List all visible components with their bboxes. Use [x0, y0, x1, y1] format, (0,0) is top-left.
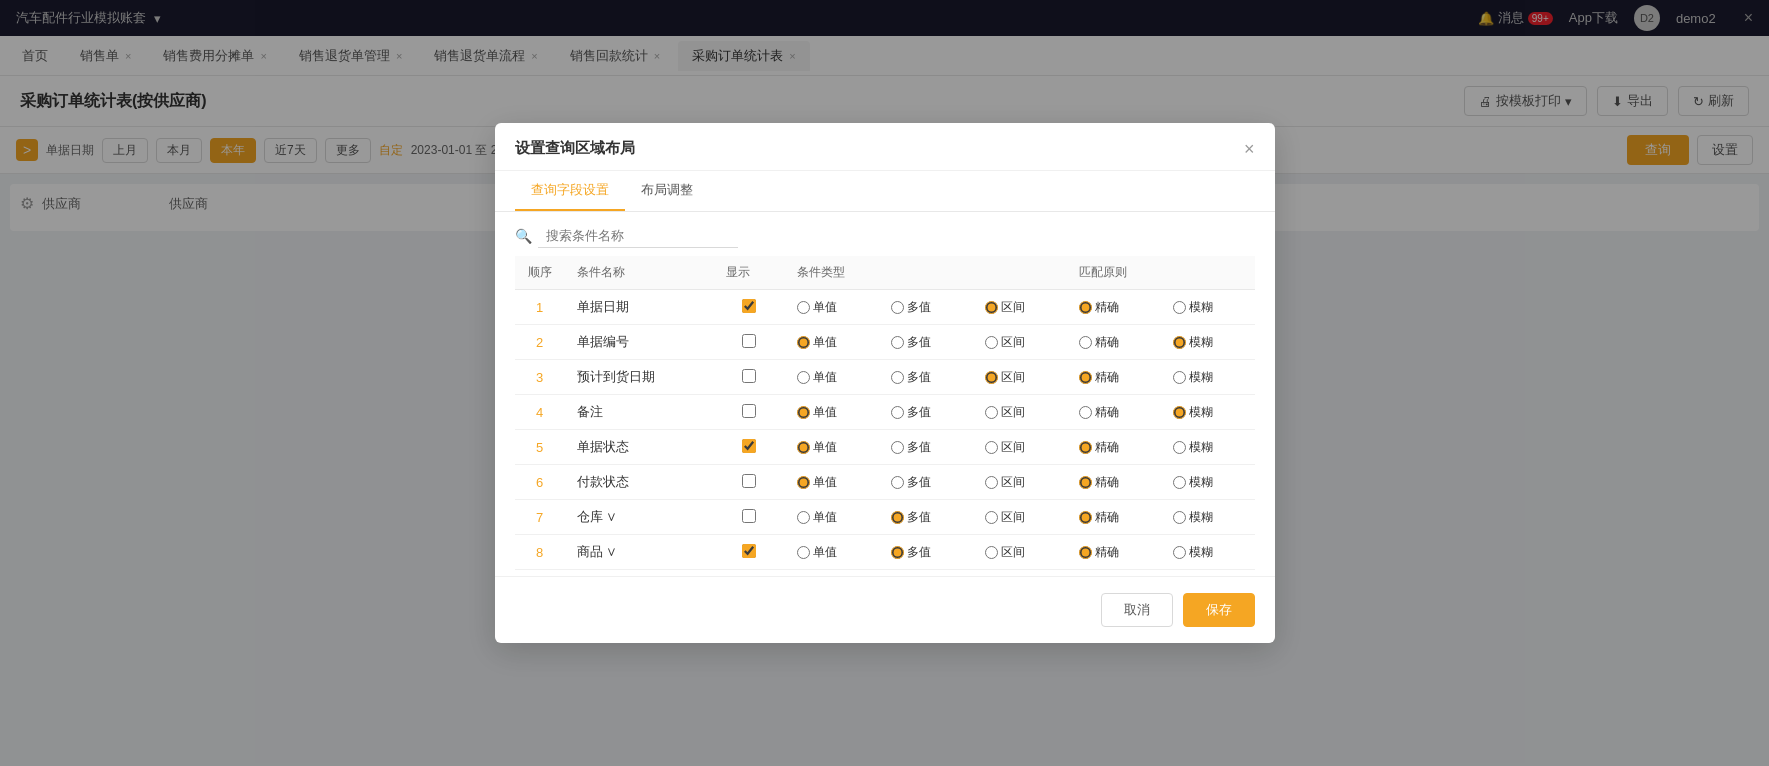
search-input[interactable] — [538, 224, 738, 241]
dialog-title: 设置查询区域布局 — [515, 139, 635, 158]
search-icon: 🔍 — [515, 228, 532, 241]
dialog-close-button[interactable]: × — [1244, 140, 1255, 158]
dialog-tabs: 查询字段设置 布局调整 — [495, 171, 1275, 212]
dialog-tab-layout[interactable]: 布局调整 — [625, 171, 709, 211]
dialog-overlay: 设置查询区域布局 × 查询字段设置 布局调整 🔍 顺序 条件名称 显示 条件类型 — [0, 0, 1769, 241]
dialog-header: 设置查询区域布局 × — [495, 123, 1275, 171]
search-row: 🔍 — [495, 212, 1275, 241]
settings-dialog: 设置查询区域布局 × 查询字段设置 布局调整 🔍 顺序 条件名称 显示 条件类型 — [495, 123, 1275, 241]
dialog-tab-query-fields[interactable]: 查询字段设置 — [515, 171, 625, 211]
